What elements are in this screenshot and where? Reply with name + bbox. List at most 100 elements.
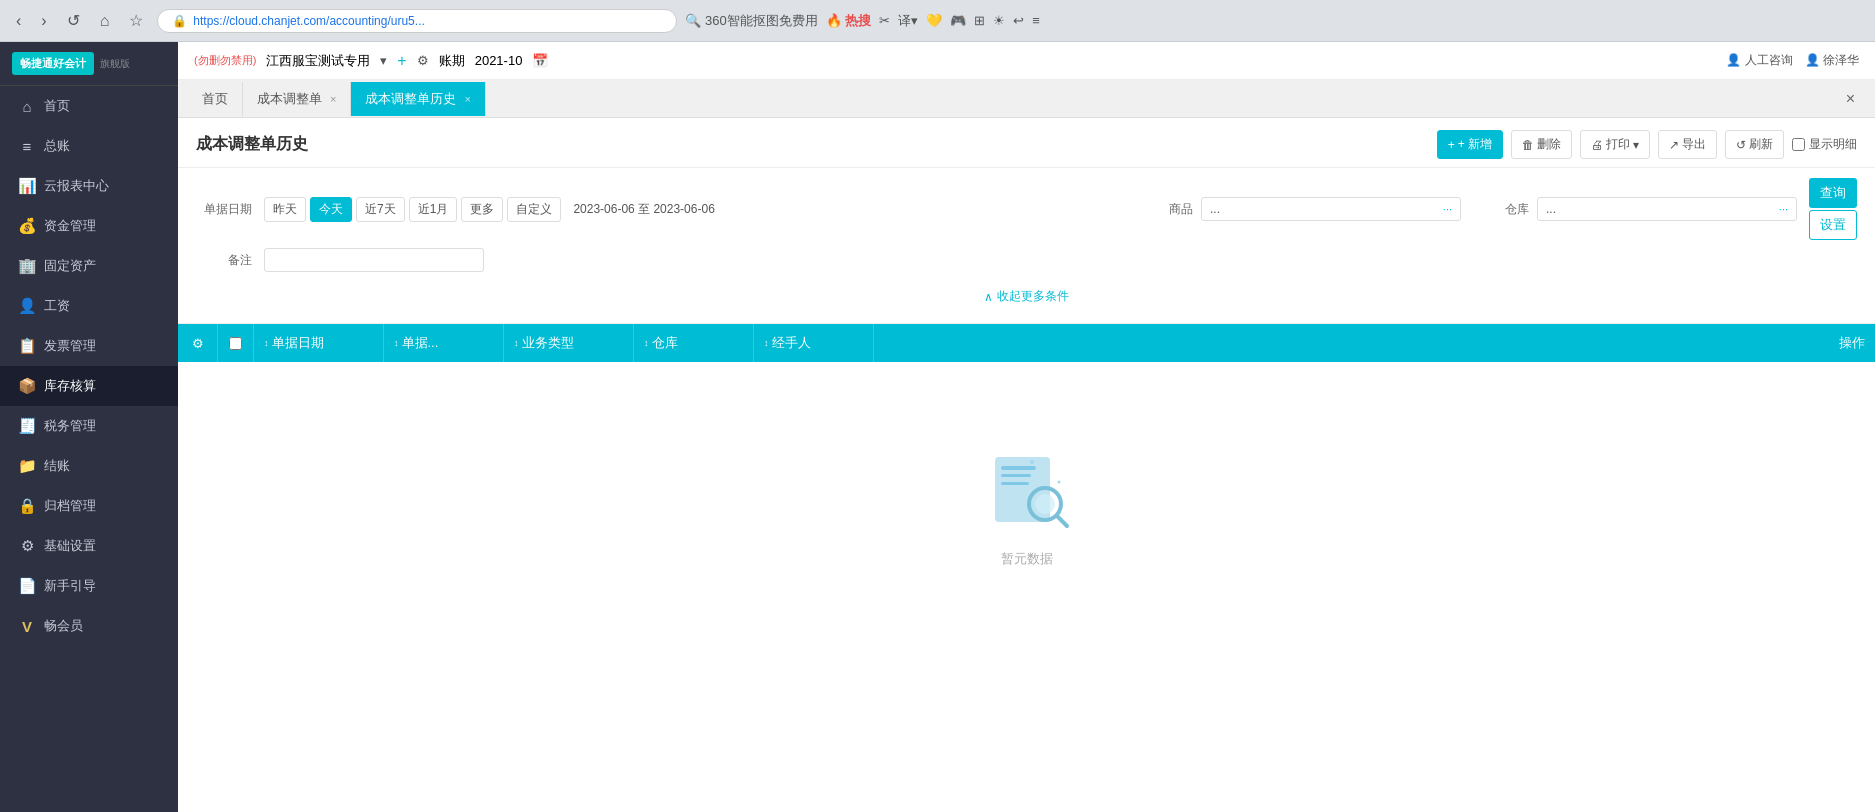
column-vno[interactable]: ↕ 单据... bbox=[384, 324, 504, 362]
custom-button[interactable]: 自定义 bbox=[507, 197, 561, 222]
browser-chrome: ‹ › ↺ ⌂ ☆ 🔒 https://cloud.chanjet.com/ac… bbox=[0, 0, 1875, 42]
last7days-button[interactable]: 近7天 bbox=[356, 197, 405, 222]
game-icon: 🎮 bbox=[950, 13, 966, 28]
add-company-button[interactable]: + bbox=[397, 52, 406, 70]
url-text: https://cloud.chanjet.com/accounting/uru… bbox=[193, 14, 424, 28]
sidebar-item-archive[interactable]: 🔒 归档管理 bbox=[0, 486, 178, 526]
tab-cost-adjust[interactable]: 成本调整单 × bbox=[243, 82, 351, 116]
sidebar-item-label: 基础设置 bbox=[44, 537, 96, 555]
show-detail-checkbox-label[interactable]: 显示明细 bbox=[1792, 136, 1857, 153]
app-logo: 畅捷通好会计 bbox=[12, 52, 94, 75]
column-gear[interactable]: ⚙ bbox=[178, 324, 218, 362]
sidebar-item-label: 首页 bbox=[44, 97, 70, 115]
setting-button[interactable]: 设置 bbox=[1809, 210, 1857, 240]
tab-cost-adjust-history[interactable]: 成本调整单历史 × bbox=[351, 82, 485, 116]
export-button[interactable]: ↗ 导出 bbox=[1658, 130, 1717, 159]
sidebar-item-report[interactable]: 📊 云报表中心 bbox=[0, 166, 178, 206]
column-checkbox[interactable] bbox=[218, 324, 254, 362]
sidebar-item-tax[interactable]: 🧾 税务管理 bbox=[0, 406, 178, 446]
calendar-icon[interactable]: 📅 bbox=[532, 53, 548, 68]
account-settings-button[interactable]: ⚙ bbox=[417, 53, 429, 68]
back-button[interactable]: ‹ bbox=[10, 10, 27, 32]
main-content: 成本调整单历史 + + 新增 🗑 删除 🖨 打印 ▾ bbox=[178, 118, 1875, 812]
consult-link[interactable]: 👤 人工咨询 bbox=[1726, 52, 1792, 69]
sidebar-item-label: 工资 bbox=[44, 297, 70, 315]
browser-tools: 🔍 360智能抠图免费用 🔥 热搜 ✂ 译▾ 💛 🎮 ⊞ ☀ ↩ ≡ bbox=[685, 12, 1040, 30]
sidebar-item-ledger[interactable]: ≡ 总账 bbox=[0, 126, 178, 166]
reload-button[interactable]: ↺ bbox=[61, 9, 86, 32]
sidebar-item-label: 新手引导 bbox=[44, 577, 96, 595]
account-right-area: 👤 人工咨询 👤 徐泽华 bbox=[1726, 52, 1859, 69]
home-button[interactable]: ⌂ bbox=[94, 10, 116, 32]
sidebar-item-payroll[interactable]: 👤 工资 bbox=[0, 286, 178, 326]
filter-row-remark: 备注 bbox=[196, 248, 1857, 272]
user-icon: 👤 bbox=[1805, 53, 1820, 67]
remark-filter-label: 备注 bbox=[196, 252, 252, 269]
svg-line-6 bbox=[1057, 516, 1067, 526]
tab-history-close[interactable]: × bbox=[464, 93, 470, 105]
close-all-tabs-button[interactable]: × bbox=[1846, 90, 1855, 108]
warehouse-placeholder: ... bbox=[1546, 202, 1556, 216]
sidebar-item-inventory[interactable]: 📦 库存核算 bbox=[0, 366, 178, 406]
table-header: ⚙ ↕ 单据日期 ↕ 单据... ↕ 业务类型 bbox=[178, 324, 1875, 362]
sidebar-item-home[interactable]: ⌂ 首页 bbox=[0, 86, 178, 126]
show-detail-checkbox[interactable] bbox=[1792, 138, 1805, 151]
sidebar-item-label: 固定资产 bbox=[44, 257, 96, 275]
print-button[interactable]: 🖨 打印 ▾ bbox=[1580, 130, 1650, 159]
gear-icon: ⚙ bbox=[192, 336, 204, 351]
tab-cost-adjust-close[interactable]: × bbox=[330, 93, 336, 105]
column-date[interactable]: ↕ 单据日期 bbox=[254, 324, 384, 362]
new-button[interactable]: + + 新增 bbox=[1437, 130, 1503, 159]
undo-icon: ↩ bbox=[1013, 13, 1024, 28]
inventory-icon: 📦 bbox=[18, 377, 36, 395]
column-btype[interactable]: ↕ 业务类型 bbox=[504, 324, 634, 362]
collapse-button[interactable]: ∧ 收起更多条件 bbox=[976, 284, 1077, 309]
page-title: 成本调整单历史 bbox=[196, 134, 308, 155]
svg-point-5 bbox=[1035, 494, 1055, 514]
print-label: 打印 bbox=[1606, 136, 1630, 153]
sidebar-item-invoice[interactable]: 📋 发票管理 bbox=[0, 326, 178, 366]
empty-state: 暂元数据 bbox=[178, 362, 1875, 648]
tab-home[interactable]: 首页 bbox=[188, 82, 243, 116]
select-all-checkbox[interactable] bbox=[229, 337, 242, 350]
column-operator[interactable]: ↕ 经手人 bbox=[754, 324, 874, 362]
sidebar-item-close[interactable]: 📁 结账 bbox=[0, 446, 178, 486]
product-filter-select[interactable]: ... ··· bbox=[1201, 197, 1461, 221]
menu-icon: ≡ bbox=[1032, 13, 1040, 28]
star-button[interactable]: ☆ bbox=[123, 9, 149, 32]
more-button[interactable]: 更多 bbox=[461, 197, 503, 222]
sidebar-item-vip[interactable]: V 畅会员 bbox=[0, 606, 178, 646]
page-header: 成本调整单历史 + + 新增 🗑 删除 🖨 打印 ▾ bbox=[178, 118, 1875, 168]
today-button[interactable]: 今天 bbox=[310, 197, 352, 222]
sun-icon: ☀ bbox=[993, 13, 1005, 28]
warehouse-filter-select[interactable]: ... ··· bbox=[1537, 197, 1797, 221]
company-dropdown[interactable]: ▾ bbox=[380, 53, 387, 68]
sidebar-item-label: 云报表中心 bbox=[44, 177, 109, 195]
empty-illustration bbox=[977, 442, 1077, 542]
sidebar-item-settings[interactable]: ⚙ 基础设置 bbox=[0, 526, 178, 566]
sidebar-item-asset[interactable]: 🏢 固定资产 bbox=[0, 246, 178, 286]
last1month-button[interactable]: 近1月 bbox=[409, 197, 458, 222]
svg-point-7 bbox=[1030, 460, 1034, 464]
query-button[interactable]: 查询 bbox=[1809, 178, 1857, 208]
period-label: 账期 bbox=[439, 52, 465, 70]
remark-filter-input[interactable] bbox=[264, 248, 484, 272]
refresh-button[interactable]: ↺ 刷新 bbox=[1725, 130, 1784, 159]
column-warehouse[interactable]: ↕ 仓库 bbox=[634, 324, 754, 362]
sidebar-item-label: 归档管理 bbox=[44, 497, 96, 515]
sidebar-item-fund[interactable]: 💰 资金管理 bbox=[0, 206, 178, 246]
sidebar-item-guide[interactable]: 📄 新手引导 bbox=[0, 566, 178, 606]
forward-button[interactable]: › bbox=[35, 10, 52, 32]
url-bar[interactable]: 🔒 https://cloud.chanjet.com/accounting/u… bbox=[157, 9, 677, 33]
vno-sort-icon: ↕ bbox=[394, 338, 399, 348]
settings-icon: ⚙ bbox=[18, 537, 36, 555]
sidebar-item-label: 税务管理 bbox=[44, 417, 96, 435]
btype-column-label: 业务类型 bbox=[522, 334, 574, 352]
user-area[interactable]: 👤 徐泽华 bbox=[1805, 52, 1859, 69]
print-icon: 🖨 bbox=[1591, 138, 1603, 152]
sidebar-item-label: 总账 bbox=[44, 137, 70, 155]
delete-button[interactable]: 🗑 删除 bbox=[1511, 130, 1572, 159]
sidebar-item-label: 库存核算 bbox=[44, 377, 96, 395]
yesterday-button[interactable]: 昨天 bbox=[264, 197, 306, 222]
export-icon: ↗ bbox=[1669, 138, 1679, 152]
